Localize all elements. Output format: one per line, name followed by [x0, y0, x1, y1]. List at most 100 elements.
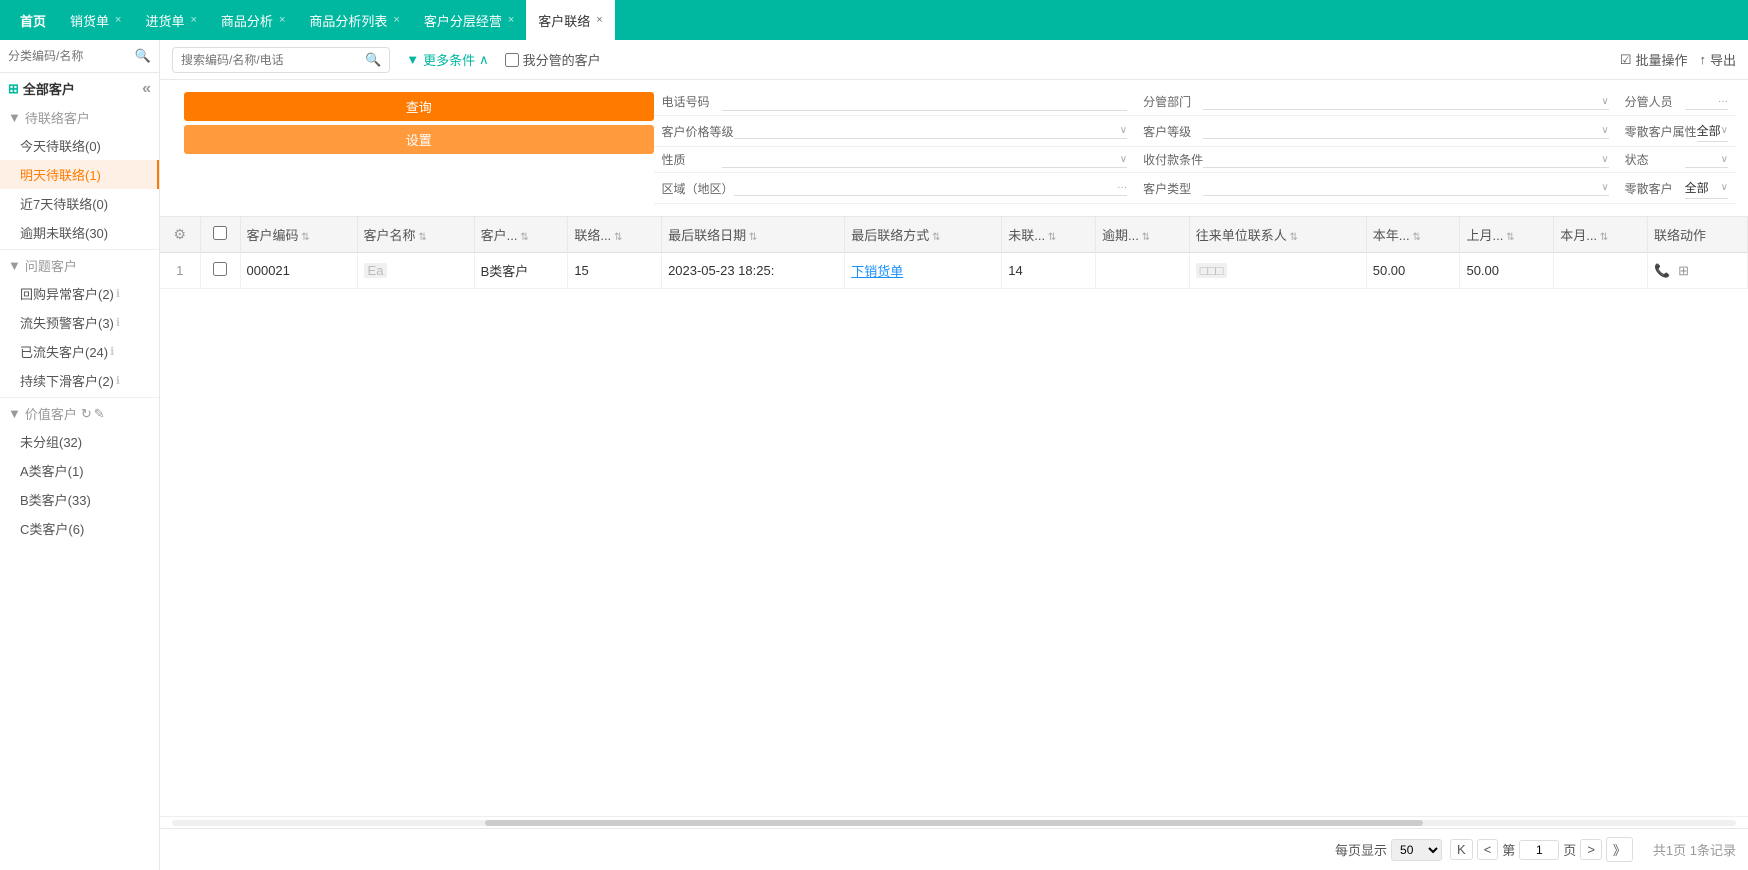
sidebar-search-input[interactable]	[8, 49, 135, 63]
filter-customer-type-control[interactable]: ∨	[1203, 180, 1609, 196]
col-last-month[interactable]: 上月...	[1460, 217, 1554, 253]
filter-retail-customer-control[interactable]: 全部 ∨	[1685, 177, 1728, 199]
close-contact-tab-icon[interactable]: ×	[596, 14, 602, 26]
info-icon-3: ℹ	[110, 345, 114, 358]
filter-manager-control[interactable]: ···	[1685, 94, 1728, 110]
col-customer-code[interactable]: 客户编码	[240, 217, 357, 253]
checkbox-icon: ☑	[1620, 52, 1632, 68]
region-ellipsis-icon[interactable]: ···	[1117, 182, 1127, 193]
settings-button[interactable]: 设置	[184, 125, 654, 154]
sidebar-item-c-class[interactable]: C类客户(6)	[0, 514, 159, 543]
col-this-month[interactable]: 本月...	[1554, 217, 1648, 253]
action-phone-icon[interactable]: 📞	[1654, 263, 1670, 279]
export-button[interactable]: ↑ 导出	[1699, 50, 1736, 69]
row-contact-count: 15	[568, 253, 662, 289]
nav-tab-customer-segment[interactable]: 客户分层经营 ×	[412, 0, 526, 40]
nav-tab-analysis-list[interactable]: 商品分析列表 ×	[297, 0, 411, 40]
page-next-button[interactable]: >	[1580, 839, 1602, 860]
info-icon-4: ℹ	[116, 374, 120, 387]
col-contact-person[interactable]: 往来单位联系人	[1189, 217, 1366, 253]
col-not-contacted[interactable]: 未联...	[1002, 217, 1096, 253]
filter-phone-input[interactable]	[722, 94, 1128, 108]
col-last-contact-date[interactable]: 最后联络日期	[662, 217, 845, 253]
contact-method-link[interactable]: 下销货单	[851, 264, 903, 279]
filter-price-level-control[interactable]: ∨	[734, 123, 1128, 139]
col-contact-count[interactable]: 联络...	[568, 217, 662, 253]
sidebar-item-declining[interactable]: 持续下滑客户(2) ℹ	[0, 366, 159, 395]
sidebar-item-abnormal-repurchase[interactable]: 回购异常客户(2) ℹ	[0, 279, 159, 308]
sidebar-item-a-class[interactable]: A类客户(1)	[0, 456, 159, 485]
filter-region-control[interactable]: ···	[734, 180, 1128, 196]
sidebar-item-tomorrow[interactable]: 明天待联络(1)	[0, 160, 159, 189]
nav-tab-purchase[interactable]: 进货单 ×	[133, 0, 208, 40]
search-icon[interactable]: 🔍	[365, 52, 381, 68]
action-grid-icon[interactable]: ⊞	[1678, 263, 1689, 279]
sidebar-item-b-class[interactable]: B类客户(33)	[0, 485, 159, 514]
filter-status-control[interactable]: ∨	[1685, 152, 1728, 168]
col-last-contact-method[interactable]: 最后联络方式	[845, 217, 1002, 253]
row-checkbox-cell	[200, 253, 240, 289]
close-segment-tab-icon[interactable]: ×	[508, 14, 514, 26]
my-customers-checkbox-group[interactable]: 我分管的客户	[505, 50, 601, 69]
row-last-month: 50.00	[1460, 253, 1554, 289]
search-input[interactable]	[181, 53, 361, 67]
filter-retail-attr-control[interactable]: 全部 ∨	[1697, 120, 1728, 142]
manager-ellipsis-icon[interactable]: ···	[1718, 96, 1728, 107]
close-analysis-list-tab-icon[interactable]: ×	[393, 14, 399, 26]
page-first-button[interactable]: K	[1450, 839, 1473, 860]
sidebar-item-7days[interactable]: 近7天待联络(0)	[0, 189, 159, 218]
nav-tab-customer-contact[interactable]: 客户联络 ×	[526, 0, 614, 40]
filter-manager-label: 分管人员	[1625, 93, 1685, 110]
row-customer-type: B类客户	[474, 253, 568, 289]
select-all-checkbox[interactable]	[213, 226, 227, 240]
batch-operation-button[interactable]: ☑ 批量操作	[1620, 50, 1688, 69]
col-checkbox	[200, 217, 240, 253]
col-actions: 联络动作	[1647, 217, 1747, 253]
page-last-button[interactable]: 》	[1606, 837, 1633, 862]
page-prev-button[interactable]: <	[1477, 839, 1499, 860]
col-customer-type[interactable]: 客户...	[474, 217, 568, 253]
sidebar-item-ungrouped[interactable]: 未分组(32)	[0, 427, 159, 456]
nav-tab-analysis[interactable]: 商品分析 ×	[209, 0, 297, 40]
sidebar-item-churn-warning[interactable]: 流失预警客户(3) ℹ	[0, 308, 159, 337]
col-customer-name[interactable]: 客户名称	[357, 217, 474, 253]
filter-payment-terms-control[interactable]: ∨	[1203, 152, 1609, 168]
close-purchase-tab-icon[interactable]: ×	[190, 14, 196, 26]
query-button[interactable]: 查询	[184, 92, 654, 121]
my-customers-checkbox[interactable]	[505, 53, 519, 67]
col-overdue[interactable]: 逾期...	[1096, 217, 1190, 253]
group-pending-contact: ▼ 待联络客户	[0, 104, 159, 131]
sidebar-item-churned[interactable]: 已流失客户(24) ℹ	[0, 337, 159, 366]
refresh-icon[interactable]: ↻	[81, 406, 92, 422]
page-size-select[interactable]: 50 100 200	[1391, 839, 1442, 861]
row-not-contacted: 14	[1002, 253, 1096, 289]
filter-customer-type-label: 客户类型	[1143, 180, 1203, 197]
contact-person-blurred: □□□	[1196, 263, 1228, 278]
page-size-selector: 每页显示 50 100 200	[1335, 839, 1442, 861]
search-box[interactable]: 🔍	[172, 47, 390, 73]
horizontal-scrollbar[interactable]	[160, 816, 1748, 828]
filter-dept-control[interactable]: ∨	[1203, 94, 1609, 110]
nav-home[interactable]: 首页	[8, 0, 58, 40]
dept-dropdown-icon: ∨	[1601, 96, 1608, 107]
more-conditions-button[interactable]: ▼ 更多条件 ∧	[398, 46, 496, 73]
edit-icon[interactable]: ✎	[94, 406, 105, 422]
close-sales-tab-icon[interactable]: ×	[115, 14, 121, 26]
sidebar-item-overdue[interactable]: 逾期未联络(30)	[0, 218, 159, 247]
row-checkbox[interactable]	[213, 262, 227, 276]
gear-icon[interactable]: ⚙	[173, 226, 186, 242]
scroll-thumb[interactable]	[485, 820, 1423, 826]
sidebar-collapse-icon[interactable]: «	[142, 80, 151, 98]
close-analysis-tab-icon[interactable]: ×	[279, 14, 285, 26]
nav-tab-sales[interactable]: 销货单 ×	[58, 0, 133, 40]
row-this-year: 50.00	[1366, 253, 1460, 289]
sidebar-search-icon[interactable]: 🔍	[135, 48, 151, 64]
page-number-input[interactable]	[1519, 840, 1559, 860]
sidebar-item-today[interactable]: 今天待联络(0)	[0, 131, 159, 160]
col-this-year[interactable]: 本年...	[1366, 217, 1460, 253]
filter-nature-control[interactable]: ∨	[722, 152, 1128, 168]
filter-retail-customer: 零散客户 全部 ∨	[1617, 173, 1736, 204]
sidebar-search-box[interactable]: 🔍	[0, 40, 159, 73]
filter-customer-level-control[interactable]: ∨	[1203, 123, 1609, 139]
payment-terms-dropdown-icon: ∨	[1601, 154, 1608, 165]
